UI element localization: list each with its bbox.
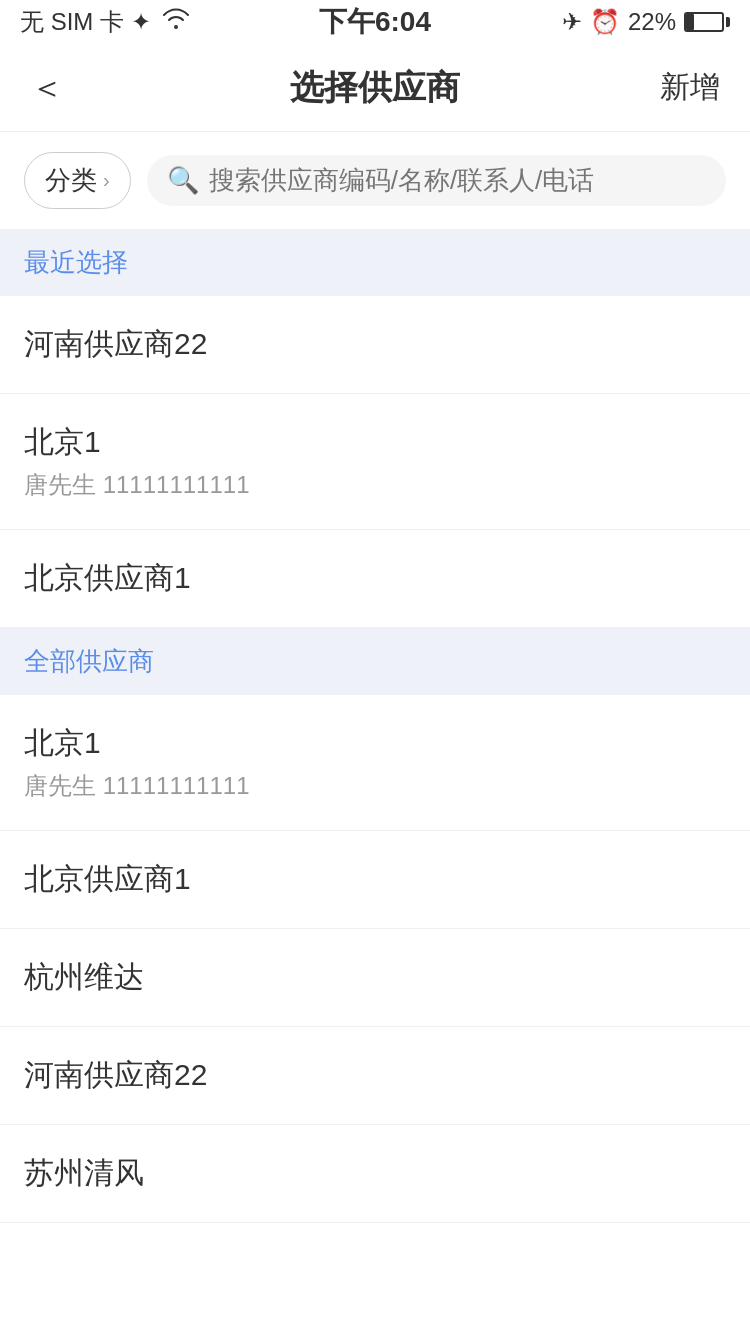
- recent-section-label: 最近选择: [24, 247, 128, 277]
- status-right: ✈ ⏰ 22%: [562, 8, 730, 36]
- alarm-icon: ⏰: [590, 8, 620, 36]
- list-item[interactable]: 北京1 唐先生 11111111111: [0, 394, 750, 530]
- all-items-list: 北京1 唐先生 11111111111 北京供应商1 杭州维达 河南供应商22 …: [0, 695, 750, 1223]
- category-button[interactable]: 分类 ›: [24, 152, 131, 209]
- status-time: 下午6:04: [319, 3, 431, 41]
- all-section-header: 全部供应商: [0, 628, 750, 695]
- recent-items-list: 河南供应商22 北京1 唐先生 11111111111 北京供应商1: [0, 296, 750, 628]
- chevron-right-icon: ›: [103, 169, 110, 192]
- location-icon: ✈: [562, 8, 582, 36]
- nav-bar: ＜ 选择供应商 新增: [0, 44, 750, 132]
- item-name: 北京1: [24, 422, 726, 463]
- search-area: 分类 › 🔍: [0, 132, 750, 229]
- list-item[interactable]: 北京供应商1: [0, 831, 750, 929]
- search-input[interactable]: [209, 165, 706, 196]
- item-sub: 唐先生 11111111111: [24, 770, 726, 802]
- wifi-icon: [161, 8, 191, 36]
- list-item[interactable]: 北京1 唐先生 11111111111: [0, 695, 750, 831]
- list-item[interactable]: 北京供应商1: [0, 530, 750, 628]
- add-button[interactable]: 新增: [660, 67, 720, 108]
- list-item[interactable]: 杭州维达: [0, 929, 750, 1027]
- status-left: 无 SIM 卡 ✦: [20, 6, 191, 38]
- page-title: 选择供应商: [290, 65, 460, 111]
- item-name: 北京供应商1: [24, 558, 726, 599]
- all-section-label: 全部供应商: [24, 646, 154, 676]
- battery-label: 22%: [628, 8, 676, 36]
- item-sub: 唐先生 11111111111: [24, 469, 726, 501]
- recent-section-header: 最近选择: [0, 229, 750, 296]
- list-item[interactable]: 河南供应商22: [0, 1027, 750, 1125]
- search-icon: 🔍: [167, 165, 199, 196]
- search-input-wrap[interactable]: 🔍: [147, 155, 726, 206]
- battery-icon: [684, 12, 730, 32]
- back-button[interactable]: ＜: [30, 65, 90, 111]
- item-name: 苏州清风: [24, 1153, 726, 1194]
- item-name: 河南供应商22: [24, 324, 726, 365]
- item-name: 北京供应商1: [24, 859, 726, 900]
- status-bar: 无 SIM 卡 ✦ 下午6:04 ✈ ⏰ 22%: [0, 0, 750, 44]
- category-label: 分类: [45, 163, 97, 198]
- item-name: 杭州维达: [24, 957, 726, 998]
- no-sim-label: 无 SIM 卡 ✦: [20, 6, 151, 38]
- item-name: 河南供应商22: [24, 1055, 726, 1096]
- list-item[interactable]: 苏州清风: [0, 1125, 750, 1223]
- item-name: 北京1: [24, 723, 726, 764]
- list-item[interactable]: 河南供应商22: [0, 296, 750, 394]
